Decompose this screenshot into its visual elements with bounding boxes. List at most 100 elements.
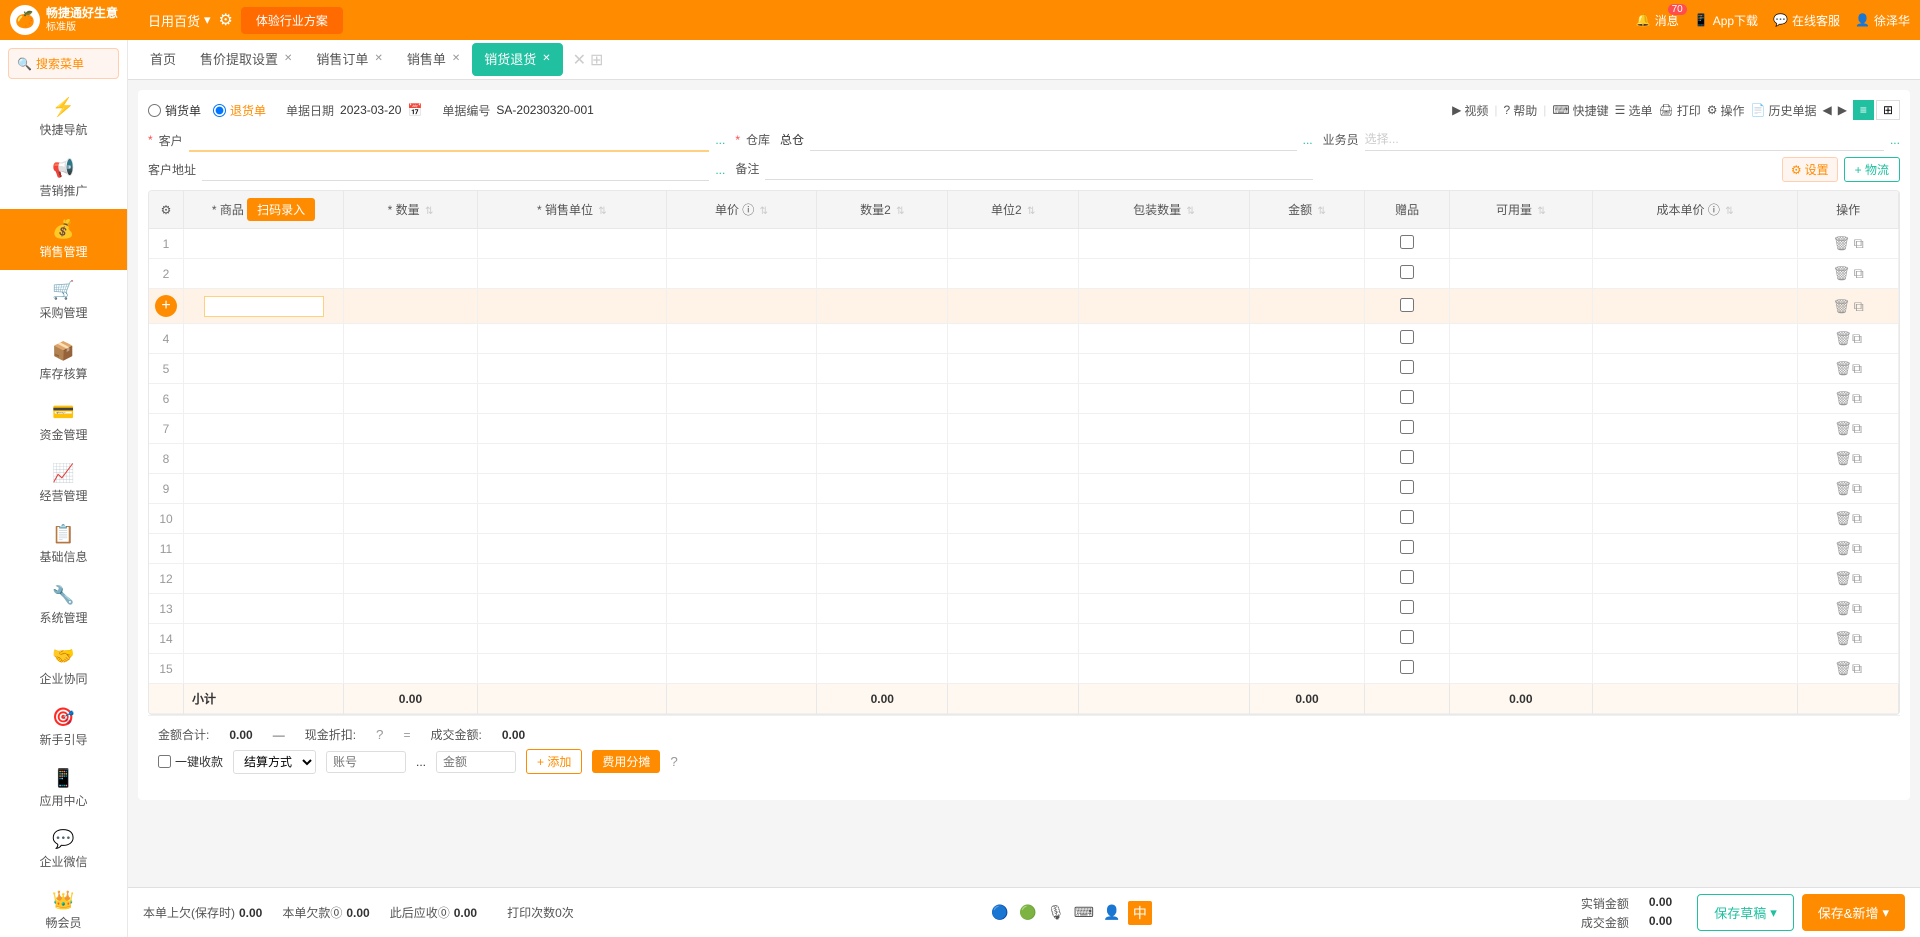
copy-row-11-button[interactable]: ⧉ — [1852, 540, 1862, 557]
sidebar-item-member[interactable]: 👑 畅会员 — [0, 880, 127, 937]
gift-checkbox-10[interactable] — [1400, 510, 1414, 524]
video-help-button[interactable]: ▶ 视频 — [1452, 102, 1488, 119]
sidebar-item-purchase[interactable]: 🛒 采购管理 — [0, 270, 127, 331]
delete-row-5-button[interactable]: 🗑 — [1834, 360, 1852, 377]
delete-row-11-button[interactable]: 🗑 — [1834, 540, 1852, 557]
copy-row-15-button[interactable]: ⧉ — [1852, 660, 1862, 677]
taskbar-icon-3[interactable]: 🎙 — [1044, 901, 1068, 925]
add-logistics-button[interactable]: + 物流 — [1844, 157, 1900, 182]
settings-icon-button[interactable]: ⚙ — [219, 10, 233, 30]
tab-sales-slip[interactable]: 销售单 ✕ — [395, 43, 472, 76]
copy-row-6-button[interactable]: ⧉ — [1852, 390, 1862, 407]
scan-input-button[interactable]: 扫码录入 — [247, 198, 315, 221]
product-input-3[interactable] — [204, 296, 324, 317]
user-avatar-button[interactable]: 👤 徐泽华 — [1855, 12, 1910, 29]
sidebar-item-quick-nav[interactable]: ⚡ 快捷导航 — [0, 87, 127, 148]
delete-row-13-button[interactable]: 🗑 — [1834, 600, 1852, 617]
save-draft-button[interactable]: 保存草稿 ▾ — [1697, 894, 1794, 931]
field-settings-button[interactable]: ⚙ 设置 — [1782, 157, 1838, 182]
history-button[interactable]: 📄 历史单据 — [1750, 102, 1816, 119]
copy-row-10-button[interactable]: ⧉ — [1852, 510, 1862, 527]
search-menu-button[interactable]: 🔍 搜索菜单 — [8, 48, 119, 79]
copy-row-2-button[interactable]: ⧉ — [1854, 265, 1864, 282]
col-settings[interactable]: ⚙ — [149, 191, 184, 229]
tab-sale-price-settings[interactable]: 售价提取设置 ✕ — [188, 43, 304, 76]
delete-row-14-button[interactable]: 🗑 — [1834, 630, 1852, 647]
gift-checkbox-6[interactable] — [1400, 390, 1414, 404]
delete-row-12-button[interactable]: 🗑 — [1834, 570, 1852, 587]
salesperson-input[interactable] — [1365, 128, 1884, 151]
next-record-button[interactable]: ▶ — [1838, 103, 1847, 117]
gift-checkbox-4[interactable] — [1400, 330, 1414, 344]
gift-checkbox-13[interactable] — [1400, 600, 1414, 614]
gift-checkbox-9[interactable] — [1400, 480, 1414, 494]
gift-checkbox-14[interactable] — [1400, 630, 1414, 644]
select-order-button[interactable]: ☰ 选单 — [1615, 102, 1653, 119]
sidebar-item-wechat[interactable]: 💬 企业微信 — [0, 819, 127, 880]
discount-help-button[interactable]: ? — [376, 727, 383, 742]
operate-button[interactable]: ⚙ 操作 — [1707, 102, 1745, 119]
taskbar-icon-4[interactable]: ⌨ — [1072, 901, 1096, 925]
sidebar-item-marketing[interactable]: 📢 营销推广 — [0, 148, 127, 209]
copy-row-13-button[interactable]: ⧉ — [1852, 600, 1862, 617]
copy-row-8-button[interactable]: ⧉ — [1852, 450, 1862, 467]
help-button[interactable]: ? 帮助 — [1504, 102, 1538, 119]
grid-view-button[interactable]: ⊞ — [1876, 100, 1900, 120]
tab-home[interactable]: 首页 — [138, 43, 188, 76]
radio-sales-slip[interactable]: 销货单 — [148, 102, 201, 119]
tab-close-sale-price[interactable]: ✕ — [284, 53, 292, 64]
copy-row-3-button[interactable]: ⧉ — [1854, 298, 1864, 315]
warehouse-select-button[interactable]: ... — [1303, 133, 1313, 147]
gift-checkbox-5[interactable] — [1400, 360, 1414, 374]
window-maximize-button[interactable]: ⊞ — [590, 50, 603, 70]
tab-close-sales-slip[interactable]: ✕ — [452, 53, 460, 64]
taskbar-icon-2[interactable]: 🟢 — [1016, 901, 1040, 925]
tab-sales-order[interactable]: 销售订单 ✕ — [304, 43, 394, 76]
copy-row-7-button[interactable]: ⧉ — [1852, 420, 1862, 437]
customer-input[interactable] — [189, 128, 710, 152]
delete-row-9-button[interactable]: 🗑 — [1834, 480, 1852, 497]
delete-row-3-button[interactable]: 🗑 — [1833, 298, 1851, 315]
delete-row-2-button[interactable]: 🗑 — [1833, 265, 1851, 282]
warehouse-input[interactable] — [810, 128, 1297, 151]
notification-button[interactable]: 🔔 消息 70 — [1636, 12, 1679, 29]
radio-return-slip[interactable]: 退货单 — [213, 102, 266, 119]
experience-button[interactable]: 体验行业方案 — [241, 7, 343, 34]
shortcut-button[interactable]: ⌨ 快捷键 — [1552, 102, 1608, 119]
sidebar-item-system[interactable]: 🔧 系统管理 — [0, 575, 127, 636]
sidebar-item-operations[interactable]: 📈 经营管理 — [0, 453, 127, 514]
remark-input[interactable] — [765, 157, 1312, 180]
copy-row-5-button[interactable]: ⧉ — [1852, 360, 1862, 377]
sidebar-item-sales[interactable]: 💰 销售管理 — [0, 209, 127, 270]
prev-record-button[interactable]: ◀ — [1822, 103, 1831, 117]
gift-checkbox-12[interactable] — [1400, 570, 1414, 584]
add-row-button[interactable]: + — [155, 295, 177, 317]
taskbar-icon-1[interactable]: 🔵 — [988, 901, 1012, 925]
delete-row-1-button[interactable]: 🗑 — [1833, 235, 1851, 252]
sidebar-item-finance[interactable]: 💳 资金管理 — [0, 392, 127, 453]
app-download-button[interactable]: 📱 App下载 — [1694, 12, 1758, 29]
gift-checkbox-11[interactable] — [1400, 540, 1414, 554]
sidebar-item-enterprise[interactable]: 🤝 企业协同 — [0, 636, 127, 697]
gift-checkbox-3[interactable] — [1400, 298, 1414, 312]
one-click-payment-checkbox[interactable]: 一键收款 — [158, 753, 223, 770]
taskbar-icon-5[interactable]: 👤 — [1100, 901, 1124, 925]
tab-sales-return[interactable]: 销货退货 ✕ — [472, 43, 562, 76]
amount-input[interactable] — [436, 751, 516, 773]
delete-row-10-button[interactable]: 🗑 — [1834, 510, 1852, 527]
daily-goods-button[interactable]: 日用百货 ▾ — [148, 11, 211, 30]
copy-row-14-button[interactable]: ⧉ — [1852, 630, 1862, 647]
customer-address-input[interactable] — [202, 158, 709, 181]
copy-row-9-button[interactable]: ⧉ — [1852, 480, 1862, 497]
online-service-button[interactable]: 💬 在线客服 — [1773, 12, 1840, 29]
gift-checkbox-2[interactable] — [1400, 265, 1414, 279]
sidebar-item-guide[interactable]: 🎯 新手引导 — [0, 697, 127, 758]
print-button[interactable]: 🖨 打印 — [1658, 102, 1700, 119]
delete-row-7-button[interactable]: 🗑 — [1834, 420, 1852, 437]
sidebar-item-basic-info[interactable]: 📋 基础信息 — [0, 514, 127, 575]
delete-row-15-button[interactable]: 🗑 — [1834, 660, 1852, 677]
delete-row-8-button[interactable]: 🗑 — [1834, 450, 1852, 467]
date-picker-button[interactable]: 📅 — [407, 103, 422, 117]
gift-checkbox-1[interactable] — [1400, 235, 1414, 249]
calc-method-select[interactable]: 结算方式 — [233, 750, 316, 774]
